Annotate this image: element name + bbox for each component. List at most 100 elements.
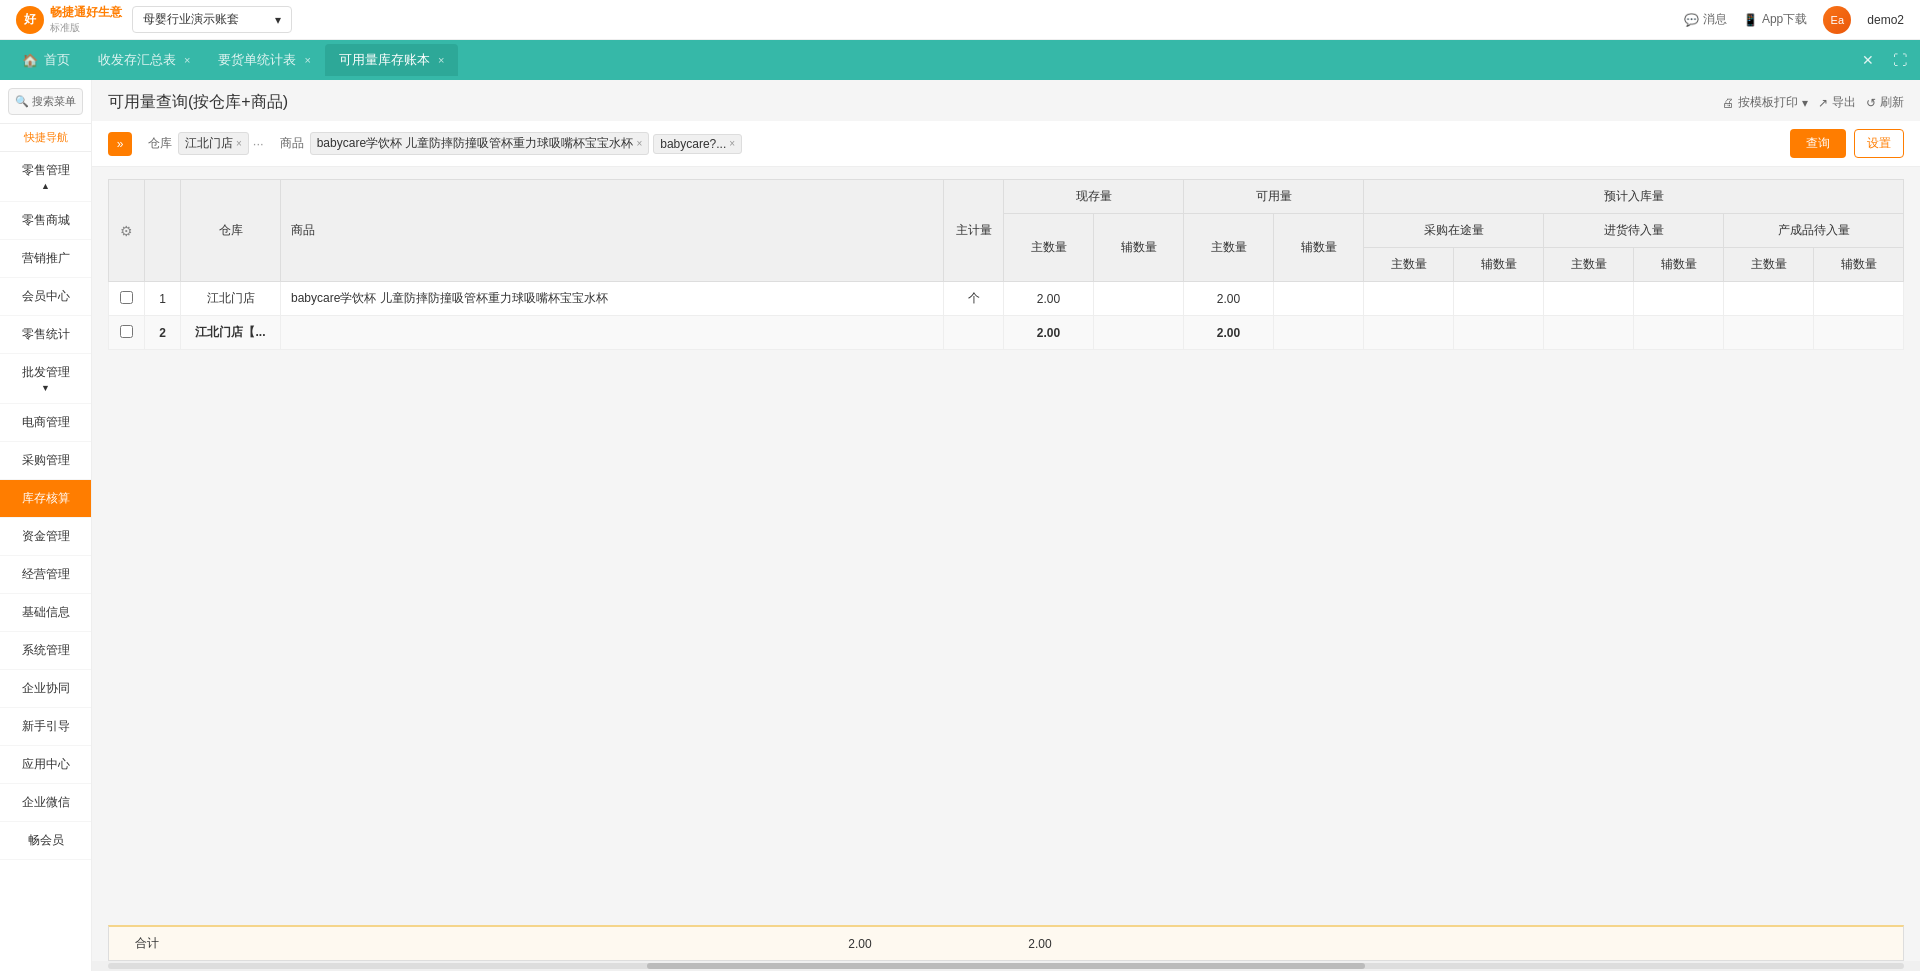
product-tag-1[interactable]: babycare学饮杯 儿童防摔防撞吸管杯重力球吸嘴杯宝宝水杯 × — [310, 132, 650, 155]
th-purchase-aux: 辅数量 — [1454, 248, 1544, 282]
filter-actions: 查询 设置 — [1790, 129, 1904, 158]
sidebar-inventory-check-label: 库存核算 — [22, 490, 70, 507]
sidebar-item-marketing[interactable]: 营销推广 — [0, 240, 91, 278]
sidebar-item-retail-mall[interactable]: 零售商城 — [0, 202, 91, 240]
th-production-main: 主数量 — [1724, 248, 1814, 282]
close-receive-summary-icon[interactable]: × — [184, 54, 190, 66]
footer-stock-main: 2.00 — [815, 937, 905, 951]
message-button[interactable]: 💬 消息 — [1684, 11, 1727, 28]
th-purchase-main-label: 主数量 — [1391, 257, 1427, 271]
sidebar-basic-info-label: 基础信息 — [22, 604, 70, 621]
sidebar-quick-nav[interactable]: 快捷导航 — [0, 124, 91, 152]
nav-tabs: 🏠 首页 收发存汇总表 × 要货单统计表 × 可用量库存账本 × ✕ ⛶ — [0, 40, 1920, 80]
app-download-button[interactable]: 📱 App下载 — [1743, 11, 1807, 28]
th-warehouse: 仓库 — [181, 180, 281, 282]
warehouse-tag[interactable]: 江北门店 × — [178, 132, 249, 155]
home-icon: 🏠 — [22, 53, 38, 68]
sidebar-item-purchase-mgmt[interactable]: 采购管理 — [0, 442, 91, 480]
product-tag-2-close-icon[interactable]: × — [729, 138, 735, 149]
top-bar-left: 好 畅捷通好生意 标准版 母婴行业演示账套 ▾ — [16, 4, 292, 35]
th-production-group-label: 产成品待入量 — [1778, 223, 1850, 237]
settings-button[interactable]: 设置 — [1854, 129, 1904, 158]
sidebar-item-basic-info[interactable]: 基础信息 — [0, 594, 91, 632]
product-tag-2[interactable]: babycare?... × — [653, 134, 742, 154]
sidebar-item-app-center[interactable]: 应用中心 — [0, 746, 91, 784]
sidebar-item-retail-mgmt[interactable]: 零售管理 ▲ — [0, 152, 91, 202]
sidebar-item-ops-mgmt[interactable]: 经营管理 — [0, 556, 91, 594]
refresh-icon: ↺ — [1866, 96, 1876, 110]
sidebar-purchase-mgmt-label: 采购管理 — [22, 452, 70, 469]
sidebar-item-inventory-check[interactable]: 库存核算 — [0, 480, 91, 518]
query-button[interactable]: 查询 — [1790, 129, 1846, 158]
td-available-main-1: 2.00 — [1184, 282, 1274, 316]
filter-row: » 仓库 江北门店 × ··· 商品 babycare学饮杯 儿童防摔防撞吸管杯… — [92, 121, 1920, 167]
th-forecast-group-label: 预计入库量 — [1604, 189, 1664, 203]
table-settings-gear-icon[interactable]: ⚙ — [120, 223, 133, 239]
close-available-inventory-icon[interactable]: × — [438, 54, 444, 66]
sidebar-item-sys-mgmt[interactable]: 系统管理 — [0, 632, 91, 670]
sidebar-item-enterprise-wechat[interactable]: 企业微信 — [0, 784, 91, 822]
nav-close-button[interactable]: ✕ — [1856, 48, 1880, 72]
nav-maximize-button[interactable]: ⛶ — [1888, 48, 1912, 72]
th-unit-label: 主计量 — [956, 223, 992, 237]
td-stock-aux-2 — [1094, 316, 1184, 350]
th-settings[interactable]: ⚙ — [109, 180, 145, 282]
td-unit-1: 个 — [944, 282, 1004, 316]
user-initial: Ea — [1831, 14, 1844, 26]
user-avatar[interactable]: Ea — [1823, 6, 1851, 34]
export-icon: ↗ — [1818, 96, 1828, 110]
warehouse-more-icon[interactable]: ··· — [253, 136, 264, 151]
td-available-main-2: 2.00 — [1184, 316, 1274, 350]
logo-text: 畅捷通好生意 — [50, 4, 122, 21]
th-stock-group: 现存量 — [1004, 180, 1184, 214]
download-label: App下载 — [1762, 11, 1807, 28]
row-2-checkbox[interactable] — [120, 325, 133, 338]
logo-area: 好 畅捷通好生意 标准版 — [16, 4, 122, 35]
sidebar-search-button[interactable]: 🔍 搜索菜单 — [8, 88, 83, 115]
th-unit: 主计量 — [944, 180, 1004, 282]
warehouse-tag-value: 江北门店 — [185, 135, 233, 152]
scrollbar-row — [92, 961, 1920, 971]
tab-home[interactable]: 🏠 首页 — [8, 44, 84, 76]
sidebar-item-new-guide[interactable]: 新手引导 — [0, 708, 91, 746]
export-button[interactable]: ↗ 导出 — [1818, 94, 1856, 111]
sidebar-item-ecom-mgmt[interactable]: 电商管理 — [0, 404, 91, 442]
th-production-group: 产成品待入量 — [1724, 214, 1904, 248]
th-stock-aux-label: 辅数量 — [1121, 240, 1157, 254]
sidebar-wholesale-arrow: ▼ — [41, 383, 50, 393]
sidebar-item-wholesale-mgmt[interactable]: 批发管理 ▼ — [0, 354, 91, 404]
td-product-1: babycare学饮杯 儿童防摔防撞吸管杯重力球吸嘴杯宝宝水杯 — [281, 282, 944, 316]
tab-order-stats[interactable]: 要货单统计表 × — [204, 44, 324, 76]
export-label: 导出 — [1832, 94, 1856, 111]
warehouse-tag-close-icon[interactable]: × — [236, 138, 242, 149]
scrollbar-thumb[interactable] — [647, 963, 1365, 969]
tab-available-inventory[interactable]: 可用量库存账本 × — [325, 44, 458, 76]
sidebar-item-member-center[interactable]: 会员中心 — [0, 278, 91, 316]
expand-filter-button[interactable]: » — [108, 132, 132, 156]
warehouse-tags: 江北门店 × ··· — [178, 132, 264, 155]
th-incoming-aux: 辅数量 — [1634, 248, 1724, 282]
sidebar-item-enterprise-collab[interactable]: 企业协同 — [0, 670, 91, 708]
industry-selector[interactable]: 母婴行业演示账套 ▾ — [132, 6, 292, 33]
td-production-aux-2 — [1814, 316, 1904, 350]
td-checkbox-2[interactable] — [109, 316, 145, 350]
sidebar-item-vip-member[interactable]: 畅会员 — [0, 822, 91, 860]
warehouse-filter: 仓库 江北门店 × ··· — [148, 132, 264, 155]
td-checkbox[interactable] — [109, 282, 145, 316]
th-product-label: 商品 — [291, 223, 315, 237]
message-label: 消息 — [1703, 11, 1727, 28]
sidebar-item-finance-mgmt[interactable]: 资金管理 — [0, 518, 91, 556]
product-filter: 商品 babycare学饮杯 儿童防摔防撞吸管杯重力球吸嘴杯宝宝水杯 × bab… — [280, 132, 742, 155]
tab-receive-summary[interactable]: 收发存汇总表 × — [84, 44, 204, 76]
print-button[interactable]: 🖨 按模板打印 ▾ — [1722, 94, 1808, 111]
close-order-stats-icon[interactable]: × — [304, 54, 310, 66]
page-title: 可用量查询(按仓库+商品) — [108, 92, 288, 113]
td-purchase-main-2 — [1364, 316, 1454, 350]
product-tag-1-close-icon[interactable]: × — [636, 138, 642, 149]
sidebar-item-retail-stats[interactable]: 零售统计 — [0, 316, 91, 354]
refresh-button[interactable]: ↺ 刷新 — [1866, 94, 1904, 111]
horizontal-scrollbar[interactable] — [108, 963, 1904, 969]
warehouse-filter-label: 仓库 — [148, 135, 172, 152]
top-bar: 好 畅捷通好生意 标准版 母婴行业演示账套 ▾ 💬 消息 📱 App下载 Ea … — [0, 0, 1920, 40]
row-checkbox[interactable] — [120, 291, 133, 304]
